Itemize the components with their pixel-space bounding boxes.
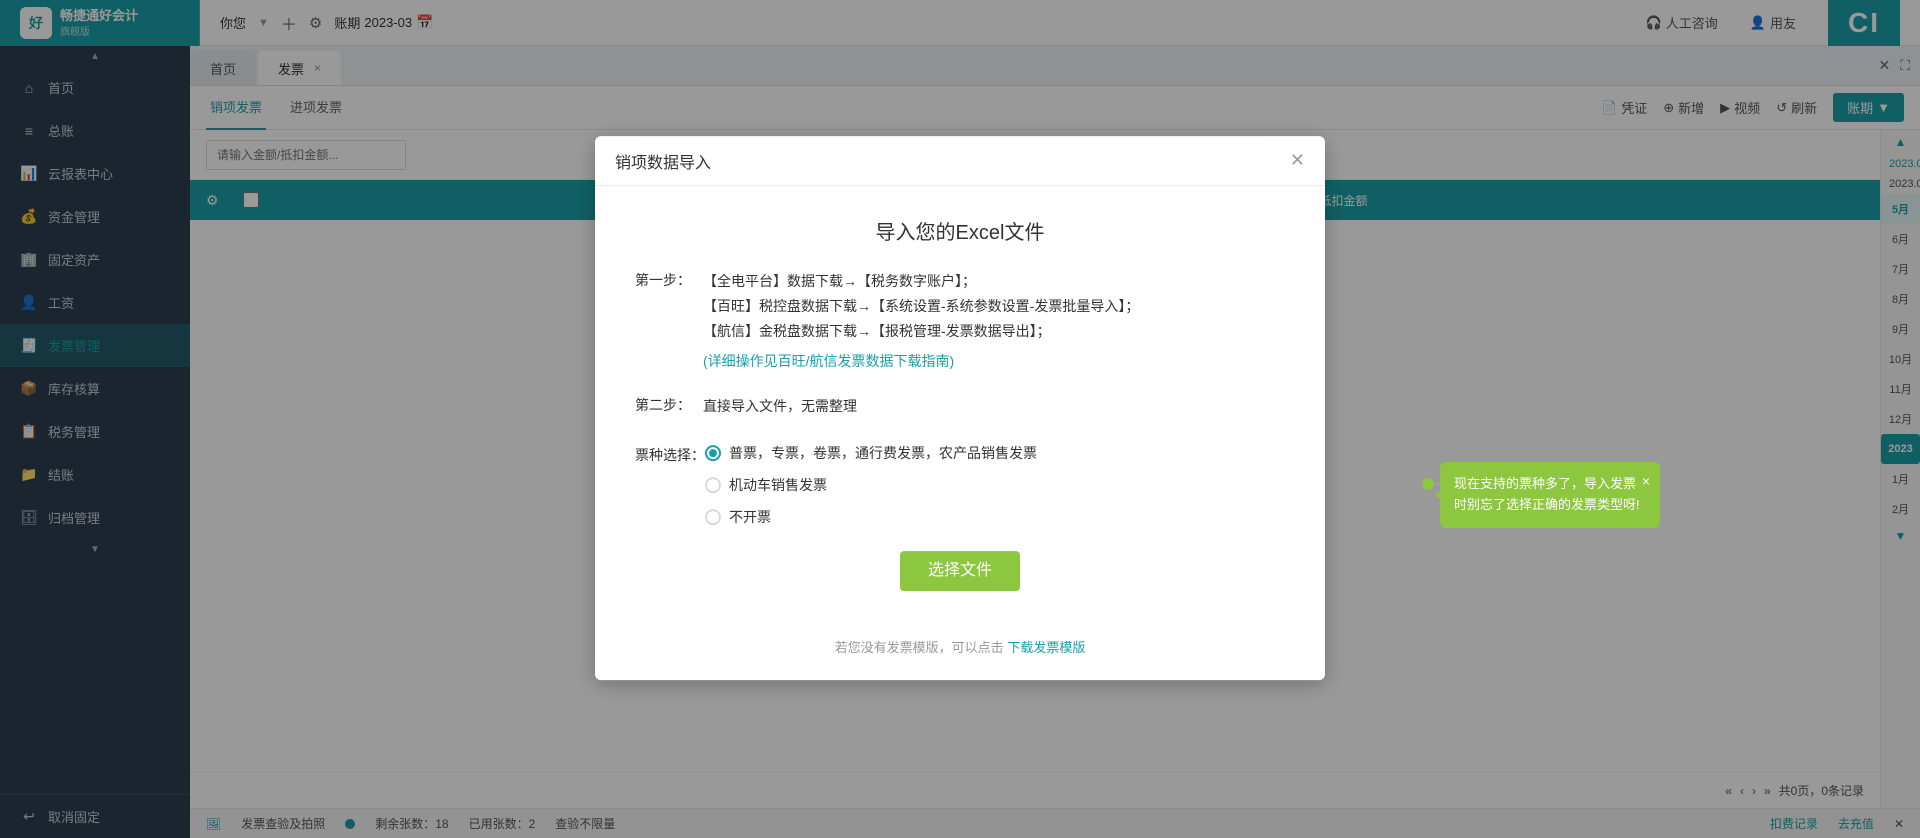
step1-link[interactable]: (详细操作见百旺/航信发票数据下载指南) <box>703 349 1285 374</box>
radio-inner-1 <box>709 449 717 457</box>
modal-import: 销项数据导入 ✕ 导入您的Excel文件 第一步： 【全电平台】数据下载→【税务… <box>595 136 1325 680</box>
modal-ticket-select: 票种选择： 普票，专票，卷票，通行费发票，农产品销售发票 机动车销售发票 不开票 <box>635 439 1285 527</box>
step1-label: 第一步： <box>635 269 703 374</box>
radio-label-2: 机动车销售发票 <box>729 475 827 495</box>
modal-title: 销项数据导入 <box>615 149 711 173</box>
radio-label-3: 不开票 <box>729 507 771 527</box>
step1-content: 【全电平台】数据下载→【税务数字账户】； 【百旺】税控盘数据下载→【系统设置-系… <box>703 269 1285 374</box>
tooltip-close-button[interactable]: × <box>1642 470 1650 492</box>
step1-line-3: 【航信】金税盘数据下载→【报税管理-发票数据导出】； <box>703 320 1285 345</box>
modal-main-title: 导入您的Excel文件 <box>635 216 1285 245</box>
radio-circle-3 <box>705 509 721 525</box>
radio-option-2[interactable]: 机动车销售发票 <box>705 475 1037 495</box>
modal-step1: 第一步： 【全电平台】数据下载→【税务数字账户】； 【百旺】税控盘数据下载→【系… <box>635 269 1285 374</box>
download-template-link[interactable]: 下载发票模版 <box>1007 640 1085 655</box>
select-file-button[interactable]: 选择文件 <box>900 551 1020 591</box>
tooltip-text: 现在支持的票种多了，导入发票时别忘了选择正确的发票类型呀! <box>1454 476 1640 512</box>
radio-circle-1 <box>705 445 721 461</box>
ticket-label: 票种选择： <box>635 439 705 527</box>
step2-content: 直接导入文件，无需整理 <box>703 394 1285 419</box>
step2-label: 第二步： <box>635 394 703 419</box>
step1-line-2: 【百旺】税控盘数据下载→【系统设置-系统参数设置-发票批量导入】； <box>703 294 1285 319</box>
radio-option-3[interactable]: 不开票 <box>705 507 1037 527</box>
step1-guide-link[interactable]: (详细操作见百旺/航信发票数据下载指南) <box>703 353 954 369</box>
modal-step2: 第二步： 直接导入文件，无需整理 <box>635 394 1285 419</box>
step1-line-1: 【全电平台】数据下载→【税务数字账户】； <box>703 269 1285 294</box>
tooltip-anchor-dot <box>1422 478 1434 490</box>
radio-group: 普票，专票，卷票，通行费发票，农产品销售发票 机动车销售发票 不开票 <box>705 443 1037 527</box>
radio-circle-2 <box>705 477 721 493</box>
footer-text: 若您没有发票模版，可以点击 <box>835 640 1004 655</box>
modal-header: 销项数据导入 ✕ <box>595 136 1325 186</box>
tooltip-bubble: × 现在支持的票种多了，导入发票时别忘了选择正确的发票类型呀! <box>1440 462 1660 528</box>
modal-body: 导入您的Excel文件 第一步： 【全电平台】数据下载→【税务数字账户】； 【百… <box>595 186 1325 621</box>
radio-label-1: 普票，专票，卷票，通行费发票，农产品销售发票 <box>729 443 1037 463</box>
radio-option-1[interactable]: 普票，专票，卷票，通行费发票，农产品销售发票 <box>705 443 1037 463</box>
modal-close-button[interactable]: ✕ <box>1290 150 1305 171</box>
modal-footer: 若您没有发票模版，可以点击 下载发票模版 <box>595 621 1325 680</box>
